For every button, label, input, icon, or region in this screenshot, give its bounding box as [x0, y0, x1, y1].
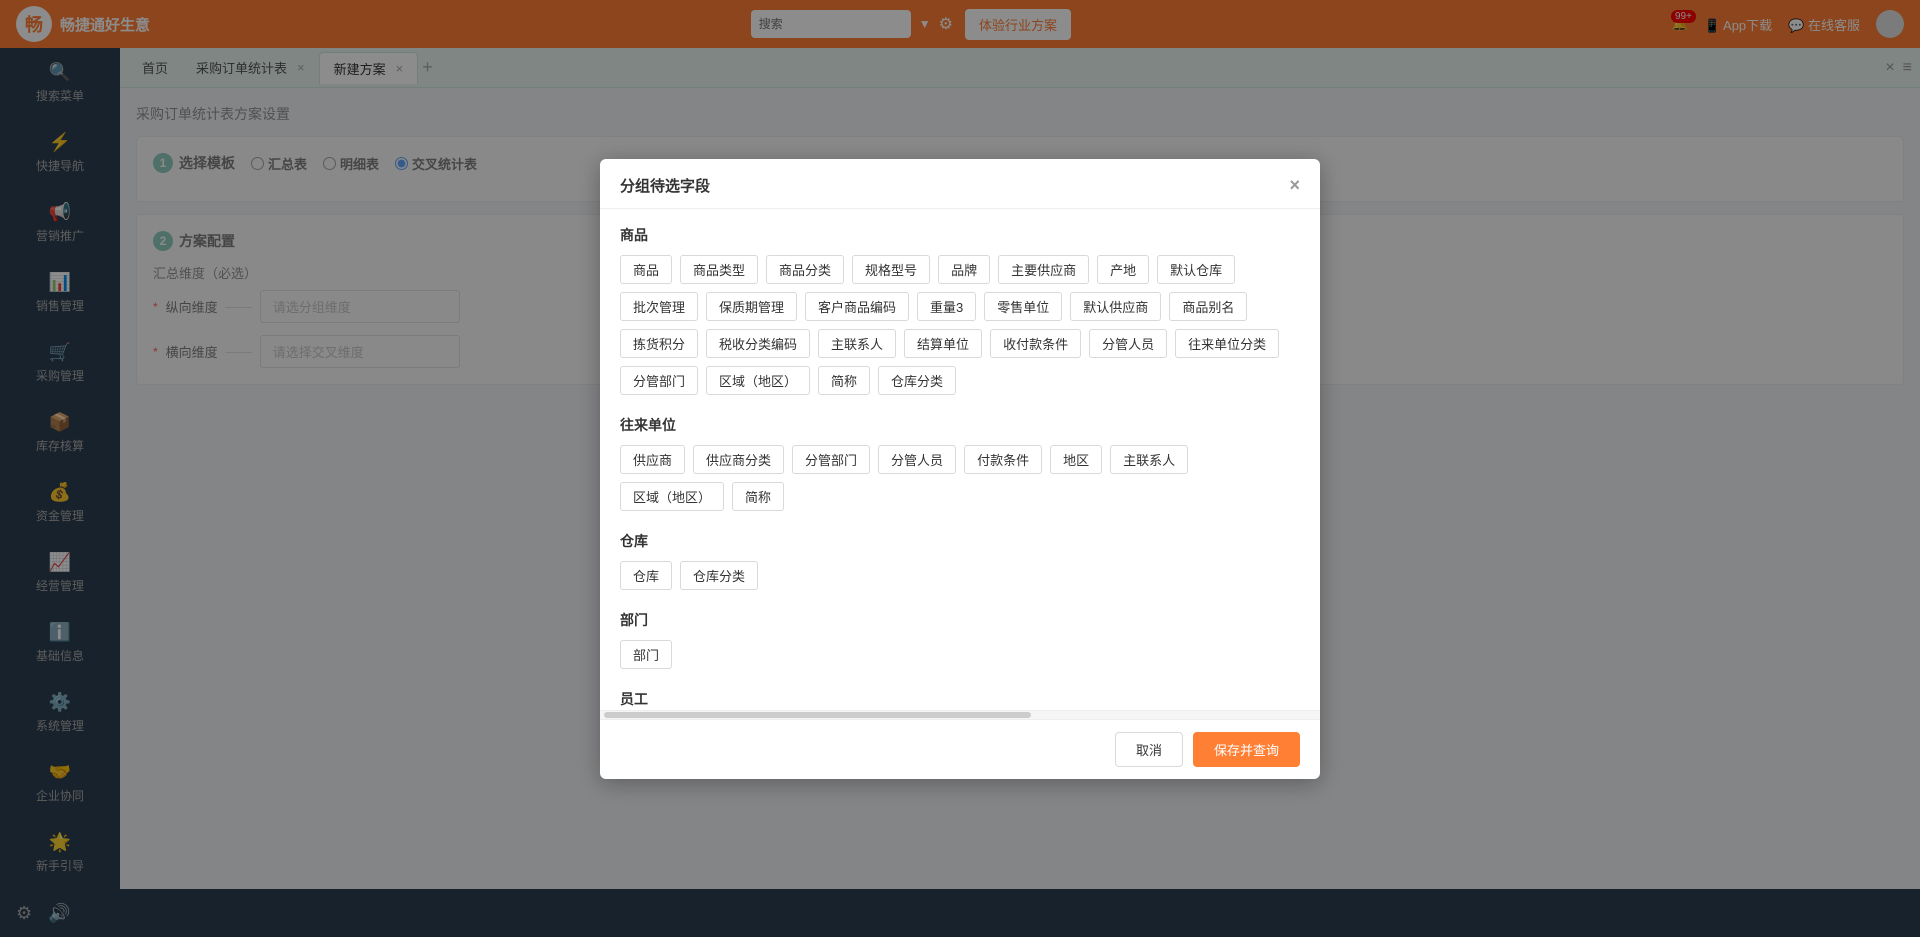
field-tag-partner-contact[interactable]: 主联系人 — [1110, 445, 1188, 474]
field-tag-spec[interactable]: 规格型号 — [852, 255, 930, 284]
field-tag-tax-code[interactable]: 税收分类编码 — [706, 329, 810, 358]
field-tag-warehouse-category[interactable]: 仓库分类 — [680, 561, 758, 590]
section-goods: 商品 商品 商品类型 商品分类 规格型号 品牌 主要供应商 产地 默认仓库 批次… — [620, 225, 1300, 395]
section-partner: 往来单位 供应商 供应商分类 分管部门 分管人员 付款条件 地区 主联系人 区域… — [620, 415, 1300, 511]
field-tag-manager[interactable]: 分管人员 — [1089, 329, 1167, 358]
field-tag-dept[interactable]: 分管部门 — [620, 366, 698, 395]
field-tag-region[interactable]: 区域（地区） — [706, 366, 810, 395]
field-tag-partner-category[interactable]: 往来单位分类 — [1175, 329, 1279, 358]
modal-title: 分组待选字段 — [620, 175, 710, 196]
modal-overlay: 分组待选字段 × 商品 商品 商品类型 商品分类 规格型号 品牌 主要供应商 产… — [0, 0, 1920, 937]
modal-hscroll-thumb — [604, 712, 1031, 718]
modal-hscroll[interactable] — [600, 710, 1320, 719]
modal-close-button[interactable]: × — [1289, 175, 1300, 196]
field-tag-partner-short[interactable]: 简称 — [732, 482, 784, 511]
modal-body[interactable]: 商品 商品 商品类型 商品分类 规格型号 品牌 主要供应商 产地 默认仓库 批次… — [600, 209, 1320, 710]
field-tag-origin[interactable]: 产地 — [1097, 255, 1149, 284]
modal-header: 分组待选字段 × — [600, 159, 1320, 209]
field-tag-warehouse-cat[interactable]: 仓库分类 — [878, 366, 956, 395]
section-employee-title: 员工 — [620, 689, 1300, 709]
field-tag-payment-terms[interactable]: 收付款条件 — [990, 329, 1081, 358]
modal-footer: 取消 保存并查询 — [600, 719, 1320, 779]
field-tag-goods-alias[interactable]: 商品别名 — [1169, 292, 1247, 321]
field-tag-pick-score[interactable]: 拣货积分 — [620, 329, 698, 358]
field-tag-retail-unit[interactable]: 零售单位 — [984, 292, 1062, 321]
section-warehouse-title: 仓库 — [620, 531, 1300, 551]
field-tag-department[interactable]: 部门 — [620, 640, 672, 669]
field-tag-short-name[interactable]: 简称 — [818, 366, 870, 395]
field-tag-settlement-unit[interactable]: 结算单位 — [904, 329, 982, 358]
field-tag-supplier-cat[interactable]: 供应商分类 — [693, 445, 784, 474]
section-department: 部门 部门 — [620, 610, 1300, 669]
field-tag-customer-code[interactable]: 客户商品编码 — [805, 292, 909, 321]
confirm-button[interactable]: 保存并查询 — [1193, 732, 1300, 767]
field-tag-payment-cond[interactable]: 付款条件 — [964, 445, 1042, 474]
section-department-title: 部门 — [620, 610, 1300, 630]
field-tag-main-contact[interactable]: 主联系人 — [818, 329, 896, 358]
field-tag-brand[interactable]: 品牌 — [938, 255, 990, 284]
field-tag-weight[interactable]: 重量3 — [917, 292, 976, 321]
section-warehouse: 仓库 仓库 仓库分类 — [620, 531, 1300, 590]
field-tag-goods[interactable]: 商品 — [620, 255, 672, 284]
section-goods-title: 商品 — [620, 225, 1300, 245]
department-field-grid: 部门 — [620, 640, 1300, 669]
field-select-modal: 分组待选字段 × 商品 商品 商品类型 商品分类 规格型号 品牌 主要供应商 产… — [600, 159, 1320, 779]
field-tag-warehouse[interactable]: 仓库 — [620, 561, 672, 590]
field-tag-partner-dept[interactable]: 分管部门 — [792, 445, 870, 474]
field-tag-default-warehouse[interactable]: 默认仓库 — [1157, 255, 1235, 284]
section-partner-title: 往来单位 — [620, 415, 1300, 435]
cancel-button[interactable]: 取消 — [1115, 732, 1183, 767]
field-tag-default-supplier[interactable]: 默认供应商 — [1070, 292, 1161, 321]
warehouse-field-grid: 仓库 仓库分类 — [620, 561, 1300, 590]
field-tag-supplier[interactable]: 供应商 — [620, 445, 685, 474]
goods-field-grid: 商品 商品类型 商品分类 规格型号 品牌 主要供应商 产地 默认仓库 批次管理 … — [620, 255, 1300, 395]
field-tag-area[interactable]: 地区 — [1050, 445, 1102, 474]
partner-field-grid: 供应商 供应商分类 分管部门 分管人员 付款条件 地区 主联系人 区域（地区） … — [620, 445, 1300, 511]
section-employee: 员工 业务员 — [620, 689, 1300, 710]
field-tag-goods-type[interactable]: 商品类型 — [680, 255, 758, 284]
field-tag-expiry[interactable]: 保质期管理 — [706, 292, 797, 321]
field-tag-partner-manager[interactable]: 分管人员 — [878, 445, 956, 474]
field-tag-goods-category[interactable]: 商品分类 — [766, 255, 844, 284]
field-tag-batch[interactable]: 批次管理 — [620, 292, 698, 321]
field-tag-main-supplier[interactable]: 主要供应商 — [998, 255, 1089, 284]
field-tag-partner-region[interactable]: 区域（地区） — [620, 482, 724, 511]
